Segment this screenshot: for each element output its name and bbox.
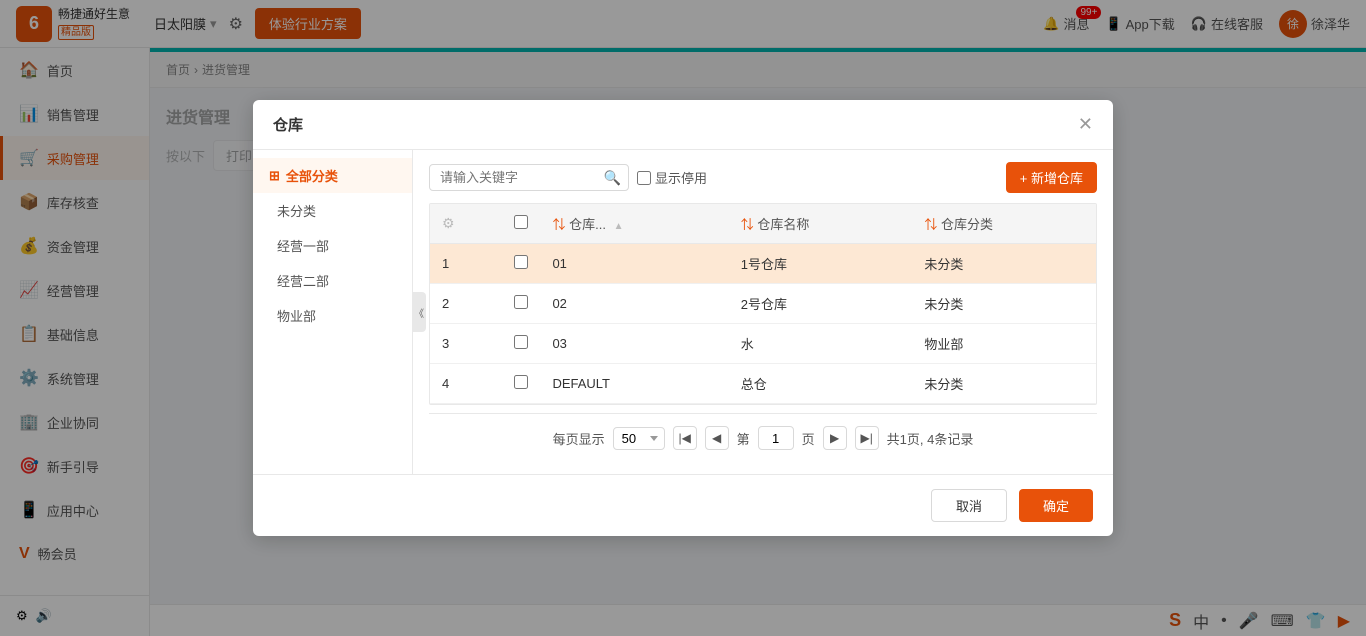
close-icon[interactable]: ✕ <box>1078 114 1093 135</box>
warehouse-table: ⚙ ⇅ 仓库... ▲ ⇅ 仓库名称 <box>429 203 1097 405</box>
row-category: 物业部 <box>912 324 1096 364</box>
dialog-toolbar: 🔍 显示停用 + 新增仓库 <box>429 162 1097 193</box>
category-header[interactable]: ⊞ 全部分类 <box>253 158 412 193</box>
search-box: 🔍 显示停用 <box>429 164 707 191</box>
row-category: 未分类 <box>912 284 1096 324</box>
sort-icon: ⇅ <box>552 217 565 232</box>
grid-icon: ⊞ <box>269 168 280 184</box>
row-checkbox[interactable] <box>502 244 540 284</box>
search-input[interactable] <box>429 164 629 191</box>
dialog-body: ⊞ 全部分类 未分类 经营一部 经营二部 物业部 《 🔍 <box>253 150 1113 474</box>
row-category: 未分类 <box>912 364 1096 404</box>
row-checkbox[interactable] <box>502 364 540 404</box>
dialog-header: 仓库 ✕ <box>253 100 1113 150</box>
row-no: 3 <box>430 324 502 364</box>
show-disabled-checkbox[interactable] <box>637 171 651 185</box>
page-number-input[interactable] <box>758 426 794 450</box>
row-name: 水 <box>729 324 913 364</box>
dialog-footer: 取消 确定 <box>253 474 1113 536</box>
pagination: 每页显示 50 10 20 100 |◀ ◀ 第 页 ▶ ▶| 共1页, 4条记… <box>429 413 1097 462</box>
row-code: 03 <box>540 324 728 364</box>
row-code: 02 <box>540 284 728 324</box>
row-code: 01 <box>540 244 728 284</box>
show-disabled-label[interactable]: 显示停用 <box>637 168 707 187</box>
row-name: 1号仓库 <box>729 244 913 284</box>
total-info: 共1页, 4条记录 <box>887 429 974 448</box>
cat-item-property[interactable]: 物业部 <box>253 298 412 333</box>
search-icon[interactable]: 🔍 <box>604 169 621 186</box>
cat-item-operations2[interactable]: 经营二部 <box>253 263 412 298</box>
cat-item-uncategorized[interactable]: 未分类 <box>253 193 412 228</box>
th-category: ⇅ 仓库分类 <box>912 204 1096 244</box>
search-input-wrap: 🔍 <box>429 164 629 191</box>
last-page-btn[interactable]: ▶| <box>855 426 879 450</box>
sidebar-collapse-btn[interactable]: 《 <box>412 292 426 332</box>
row-category: 未分类 <box>912 244 1096 284</box>
row-name: 2号仓库 <box>729 284 913 324</box>
table-row[interactable]: 2 02 2号仓库 未分类 <box>430 284 1096 324</box>
warehouse-dialog: 仓库 ✕ ⊞ 全部分类 未分类 经营一部 经营二部 物业部 《 <box>253 100 1113 536</box>
cancel-button[interactable]: 取消 <box>931 489 1007 522</box>
prev-page-btn[interactable]: ◀ <box>705 426 729 450</box>
row-name: 总仓 <box>729 364 913 404</box>
dialog-title: 仓库 <box>273 114 303 135</box>
first-page-btn[interactable]: |◀ <box>673 426 697 450</box>
row-no: 4 <box>430 364 502 404</box>
row-checkbox[interactable] <box>502 324 540 364</box>
add-warehouse-button[interactable]: + 新增仓库 <box>1006 162 1097 193</box>
sort-icon2: ⇅ <box>741 217 754 232</box>
cat-item-operations1[interactable]: 经营一部 <box>253 228 412 263</box>
modal-overlay: 仓库 ✕ ⊞ 全部分类 未分类 经营一部 经营二部 物业部 《 <box>0 0 1366 636</box>
th-checkbox <box>502 204 540 244</box>
table-row[interactable]: 1 01 1号仓库 未分类 <box>430 244 1096 284</box>
row-checkbox[interactable] <box>502 284 540 324</box>
table-row[interactable]: 4 DEFAULT 总仓 未分类 <box>430 364 1096 404</box>
row-code: DEFAULT <box>540 364 728 404</box>
row-no: 2 <box>430 284 502 324</box>
th-settings: ⚙ <box>430 204 502 244</box>
category-sidebar: ⊞ 全部分类 未分类 经营一部 经营二部 物业部 《 <box>253 150 413 474</box>
confirm-button[interactable]: 确定 <box>1019 489 1093 522</box>
th-name: ⇅ 仓库名称 <box>729 204 913 244</box>
page-size-select[interactable]: 50 10 20 100 <box>613 427 665 450</box>
table-row[interactable]: 3 03 水 物业部 <box>430 324 1096 364</box>
row-no: 1 <box>430 244 502 284</box>
next-page-btn[interactable]: ▶ <box>823 426 847 450</box>
select-all-checkbox[interactable] <box>514 215 528 229</box>
sort-icon3: ⇅ <box>924 217 937 232</box>
dialog-main: 🔍 显示停用 + 新增仓库 ⚙ <box>413 150 1113 474</box>
th-code: ⇅ 仓库... ▲ <box>540 204 728 244</box>
